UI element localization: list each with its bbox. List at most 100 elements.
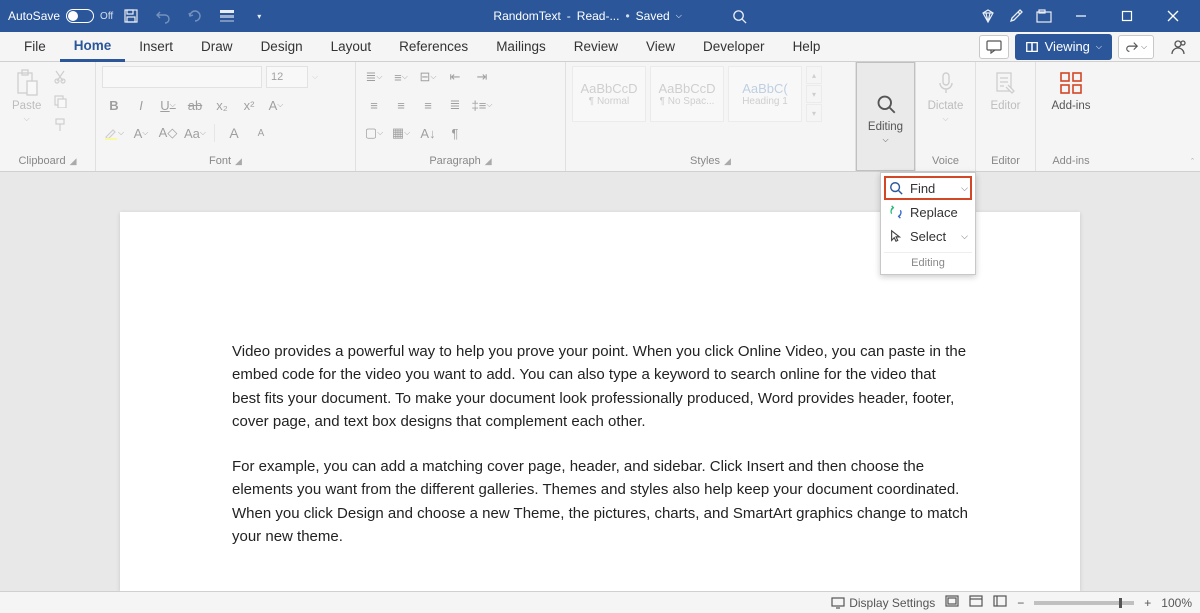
tab-developer[interactable]: Developer bbox=[689, 32, 779, 62]
account-icon[interactable] bbox=[1166, 35, 1190, 59]
font-color-button[interactable]: A⌵ bbox=[129, 122, 153, 144]
find-split-arrow-icon[interactable]: ⌵ bbox=[961, 183, 968, 194]
align-left-button[interactable]: ≡ bbox=[362, 94, 386, 116]
grow-font-button[interactable]: A bbox=[222, 122, 246, 144]
select-icon bbox=[888, 228, 904, 244]
share-button[interactable]: ⌵ bbox=[1118, 35, 1154, 59]
addins-button[interactable]: Add-ins bbox=[1046, 66, 1097, 114]
font-group-label: Font bbox=[209, 155, 231, 167]
align-center-button[interactable]: ≡ bbox=[389, 94, 413, 116]
justify-button[interactable]: ≣ bbox=[443, 94, 467, 116]
paragraph-launcher-icon[interactable]: ◢ bbox=[485, 156, 492, 167]
style-normal[interactable]: AaBbCcD ¶ Normal bbox=[572, 66, 646, 122]
view-focus-icon[interactable] bbox=[945, 595, 959, 610]
align-right-button[interactable]: ≡ bbox=[416, 94, 440, 116]
copy-icon[interactable] bbox=[51, 92, 69, 110]
window-tab-icon[interactable] bbox=[1030, 2, 1058, 30]
brush-icon[interactable] bbox=[1002, 2, 1030, 30]
select-label: Select bbox=[910, 229, 946, 244]
minimize-button[interactable] bbox=[1058, 0, 1104, 32]
clear-format-button[interactable]: A◇ bbox=[156, 122, 180, 144]
tab-mailings[interactable]: Mailings bbox=[482, 32, 560, 62]
show-marks-button[interactable]: ¶ bbox=[443, 122, 467, 144]
search-icon[interactable] bbox=[726, 2, 754, 30]
editor-button[interactable]: Editor bbox=[984, 66, 1026, 114]
dictate-button[interactable]: Dictate ⌵ bbox=[922, 66, 970, 126]
quick-access-icon[interactable] bbox=[213, 2, 241, 30]
tab-review[interactable]: Review bbox=[560, 32, 632, 62]
paragraph-2[interactable]: For example, you can add a matching cove… bbox=[232, 455, 968, 548]
tab-insert[interactable]: Insert bbox=[125, 32, 187, 62]
autosave-toggle[interactable]: AutoSave Off bbox=[8, 9, 113, 23]
addins-group-label: Add-ins bbox=[1042, 153, 1100, 169]
tab-references[interactable]: References bbox=[385, 32, 482, 62]
comments-button[interactable] bbox=[979, 35, 1009, 59]
underline-button[interactable]: U⌵ bbox=[156, 94, 180, 116]
paragraph-group-label: Paragraph bbox=[429, 155, 480, 167]
zoom-level[interactable]: 100% bbox=[1161, 596, 1192, 610]
select-menu-item[interactable]: Select ⌵ bbox=[884, 224, 972, 248]
line-spacing-button[interactable]: ‡≡⌵ bbox=[470, 94, 494, 116]
style-heading-1[interactable]: AaBbC( Heading 1 bbox=[728, 66, 802, 122]
borders-button[interactable]: ▦⌵ bbox=[389, 122, 413, 144]
view-web-icon[interactable] bbox=[993, 595, 1007, 610]
tab-file[interactable]: File bbox=[10, 32, 60, 62]
zoom-in-button[interactable]: + bbox=[1144, 596, 1151, 610]
styles-more-icon[interactable]: ▾ bbox=[806, 104, 822, 122]
shrink-font-button[interactable]: A bbox=[249, 122, 273, 144]
font-name-select[interactable] bbox=[102, 66, 262, 88]
undo-icon[interactable] bbox=[149, 2, 177, 30]
style-no-spacing[interactable]: AaBbCcD ¶ No Spac... bbox=[650, 66, 724, 122]
editing-button[interactable]: Editing ⌵ bbox=[856, 62, 915, 171]
styles-launcher-icon[interactable]: ◢ bbox=[724, 156, 731, 167]
superscript-button[interactable]: x² bbox=[237, 94, 261, 116]
status-bar: Display Settings − + 100% bbox=[0, 591, 1200, 613]
strike-button[interactable]: ab bbox=[183, 94, 207, 116]
save-icon[interactable] bbox=[117, 2, 145, 30]
bullets-button[interactable]: ≣⌵ bbox=[362, 66, 386, 88]
microphone-icon bbox=[933, 68, 959, 98]
tab-home[interactable]: Home bbox=[60, 32, 126, 62]
viewing-mode-button[interactable]: Viewing ⌵ bbox=[1015, 34, 1112, 60]
numbering-button[interactable]: ≡⌵ bbox=[389, 66, 413, 88]
tab-draw[interactable]: Draw bbox=[187, 32, 247, 62]
cut-icon[interactable] bbox=[51, 68, 69, 86]
font-size-select[interactable]: 12 bbox=[266, 66, 308, 88]
redo-icon[interactable] bbox=[181, 2, 209, 30]
tab-view[interactable]: View bbox=[632, 32, 689, 62]
decrease-indent-button[interactable]: ⇤ bbox=[443, 66, 467, 88]
view-print-icon[interactable] bbox=[969, 595, 983, 610]
find-menu-item[interactable]: Find ⌵ bbox=[884, 176, 972, 200]
display-settings-button[interactable]: Display Settings bbox=[831, 596, 935, 610]
styles-up-icon[interactable]: ▴ bbox=[806, 66, 822, 84]
font-launcher-icon[interactable]: ◢ bbox=[235, 156, 242, 167]
bold-button[interactable]: B bbox=[102, 94, 126, 116]
clipboard-launcher-icon[interactable]: ◢ bbox=[70, 156, 77, 167]
format-painter-icon[interactable] bbox=[51, 116, 69, 134]
diamond-icon[interactable] bbox=[974, 2, 1002, 30]
collapse-ribbon-icon[interactable]: ˆ bbox=[1191, 157, 1194, 167]
multilevel-button[interactable]: ⊟⌵ bbox=[416, 66, 440, 88]
tab-design[interactable]: Design bbox=[247, 32, 317, 62]
qat-more-icon[interactable]: ▾ bbox=[245, 2, 273, 30]
highlight-button[interactable]: ⌵ bbox=[102, 122, 126, 144]
styles-down-icon[interactable]: ▾ bbox=[806, 85, 822, 103]
zoom-slider[interactable] bbox=[1034, 601, 1134, 605]
paragraph-1[interactable]: Video provides a powerful way to help yo… bbox=[232, 340, 968, 433]
tab-help[interactable]: Help bbox=[779, 32, 835, 62]
text-effects-button[interactable]: A⌵ bbox=[264, 94, 288, 116]
maximize-button[interactable] bbox=[1104, 0, 1150, 32]
zoom-out-button[interactable]: − bbox=[1017, 596, 1024, 610]
replace-menu-item[interactable]: Replace bbox=[884, 200, 972, 224]
shading-button[interactable]: ▢⌵ bbox=[362, 122, 386, 144]
close-button[interactable] bbox=[1150, 0, 1196, 32]
sort-button[interactable]: A↓ bbox=[416, 122, 440, 144]
paste-button[interactable]: Paste ⌵ bbox=[6, 66, 47, 126]
tab-layout[interactable]: Layout bbox=[317, 32, 386, 62]
subscript-button[interactable]: x₂ bbox=[210, 94, 234, 116]
increase-indent-button[interactable]: ⇥ bbox=[470, 66, 494, 88]
italic-button[interactable]: I bbox=[129, 94, 153, 116]
select-split-arrow-icon[interactable]: ⌵ bbox=[961, 231, 968, 242]
change-case-button[interactable]: Aa⌵ bbox=[183, 122, 207, 144]
ribbon-tabs: File Home Insert Draw Design Layout Refe… bbox=[0, 32, 1200, 62]
